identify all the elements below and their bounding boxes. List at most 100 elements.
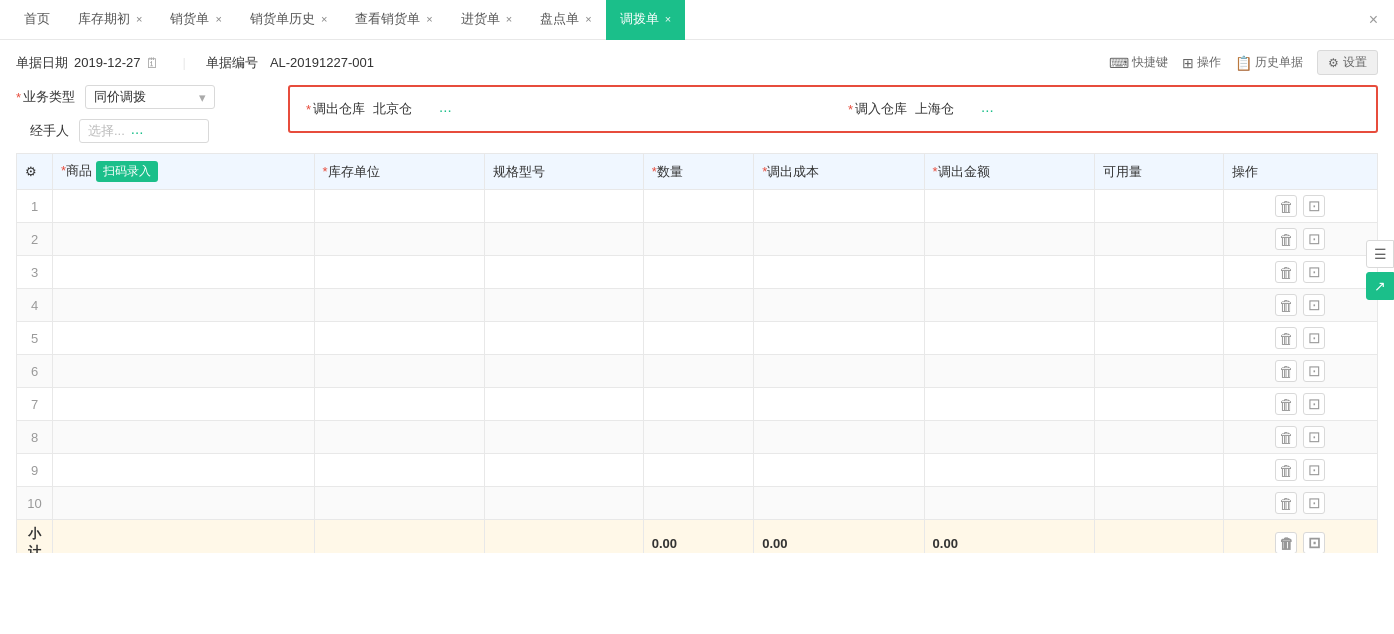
cell-amount[interactable] [924,289,1094,322]
cell-available[interactable] [1094,487,1223,520]
delete-row-button[interactable]: 🗑 [1275,492,1297,514]
cell-unit[interactable] [314,487,484,520]
copy-row-button[interactable]: ⊡ [1303,426,1325,448]
copy-row-button[interactable]: ⊡ [1303,261,1325,283]
tab-bar-close-icon[interactable]: × [1363,11,1384,29]
cell-spec[interactable] [484,487,643,520]
delete-row-button[interactable]: 🗑 [1275,459,1297,481]
delete-row-button[interactable]: 🗑 [1275,195,1297,217]
tab-home[interactable]: 首页 [10,0,64,40]
cell-spec[interactable] [484,223,643,256]
cell-available[interactable] [1094,322,1223,355]
cell-available[interactable] [1094,289,1223,322]
cell-available[interactable] [1094,355,1223,388]
cell-amount[interactable] [924,256,1094,289]
subtotal-copy-button[interactable]: ⊡ [1303,532,1325,553]
person-select[interactable]: 选择... ··· [79,119,209,143]
cell-cost[interactable] [754,289,924,322]
cell-available[interactable] [1094,223,1223,256]
cell-unit[interactable] [314,322,484,355]
tab-stocktake[interactable]: 盘点单 × [526,0,605,40]
tab-inventory-init[interactable]: 库存期初 × [64,0,156,40]
cell-product[interactable] [53,289,315,322]
business-type-select[interactable]: 同价调拨 ▾ [85,85,215,109]
tab-view-sales[interactable]: 查看销货单 × [341,0,446,40]
cell-product[interactable] [53,487,315,520]
cell-spec[interactable] [484,454,643,487]
calendar-icon[interactable]: 🗓 [145,55,159,71]
cell-qty[interactable] [643,487,754,520]
tab-sales-history[interactable]: 销货单历史 × [236,0,341,40]
delete-row-button[interactable]: 🗑 [1275,426,1297,448]
copy-row-button[interactable]: ⊡ [1303,393,1325,415]
cell-amount[interactable] [924,487,1094,520]
cell-unit[interactable] [314,289,484,322]
cell-available[interactable] [1094,388,1223,421]
cell-amount[interactable] [924,223,1094,256]
copy-row-button[interactable]: ⊡ [1303,195,1325,217]
cell-spec[interactable] [484,421,643,454]
cell-unit[interactable] [314,388,484,421]
cell-amount[interactable] [924,421,1094,454]
cell-available[interactable] [1094,454,1223,487]
subtotal-delete-button[interactable]: 🗑 [1275,532,1297,553]
cell-spec[interactable] [484,388,643,421]
copy-row-button[interactable]: ⊡ [1303,459,1325,481]
delete-row-button[interactable]: 🗑 [1275,393,1297,415]
tab-sales-order[interactable]: 销货单 × [156,0,235,40]
cell-cost[interactable] [754,421,924,454]
cell-spec[interactable] [484,355,643,388]
cell-unit[interactable] [314,190,484,223]
cell-qty[interactable] [643,190,754,223]
cell-amount[interactable] [924,388,1094,421]
cell-cost[interactable] [754,388,924,421]
history-button[interactable]: 📋 历史单据 [1235,54,1303,71]
tab-purchase-order[interactable]: 进货单 × [447,0,526,40]
cell-available[interactable] [1094,190,1223,223]
cell-qty[interactable] [643,223,754,256]
delete-row-button[interactable]: 🗑 [1275,360,1297,382]
copy-row-button[interactable]: ⊡ [1303,360,1325,382]
tab-close-icon[interactable]: × [136,0,142,39]
cell-spec[interactable] [484,322,643,355]
scan-button[interactable]: 扫码录入 [96,161,158,182]
cell-qty[interactable] [643,454,754,487]
cell-unit[interactable] [314,355,484,388]
cell-product[interactable] [53,322,315,355]
cell-unit[interactable] [314,256,484,289]
cell-amount[interactable] [924,190,1094,223]
delete-row-button[interactable]: 🗑 [1275,327,1297,349]
warehouse-in-dots[interactable]: ··· [981,101,994,118]
cell-cost[interactable] [754,256,924,289]
cell-available[interactable] [1094,256,1223,289]
delete-row-button[interactable]: 🗑 [1275,228,1297,250]
cell-cost[interactable] [754,322,924,355]
tab-close-icon[interactable]: × [426,0,432,39]
cell-qty[interactable] [643,355,754,388]
cell-unit[interactable] [314,223,484,256]
delete-row-button[interactable]: 🗑 [1275,261,1297,283]
cell-product[interactable] [53,388,315,421]
copy-row-button[interactable]: ⊡ [1303,492,1325,514]
cell-product[interactable] [53,454,315,487]
cell-unit[interactable] [314,454,484,487]
cell-unit[interactable] [314,421,484,454]
cell-cost[interactable] [754,223,924,256]
cell-qty[interactable] [643,421,754,454]
tab-transfer[interactable]: 调拨单 × [606,0,685,40]
operations-button[interactable]: ⊞ 操作 [1182,54,1221,71]
tab-close-icon[interactable]: × [506,0,512,39]
cell-cost[interactable] [754,487,924,520]
sidebar-export-btn[interactable]: ↗ [1366,272,1394,300]
cell-qty[interactable] [643,256,754,289]
cell-qty[interactable] [643,289,754,322]
copy-row-button[interactable]: ⊡ [1303,228,1325,250]
cell-available[interactable] [1094,421,1223,454]
copy-row-button[interactable]: ⊡ [1303,327,1325,349]
person-dots[interactable]: ··· [131,123,144,140]
cell-cost[interactable] [754,355,924,388]
cell-product[interactable] [53,223,315,256]
cell-spec[interactable] [484,190,643,223]
tab-close-icon[interactable]: × [665,0,671,39]
delete-row-button[interactable]: 🗑 [1275,294,1297,316]
